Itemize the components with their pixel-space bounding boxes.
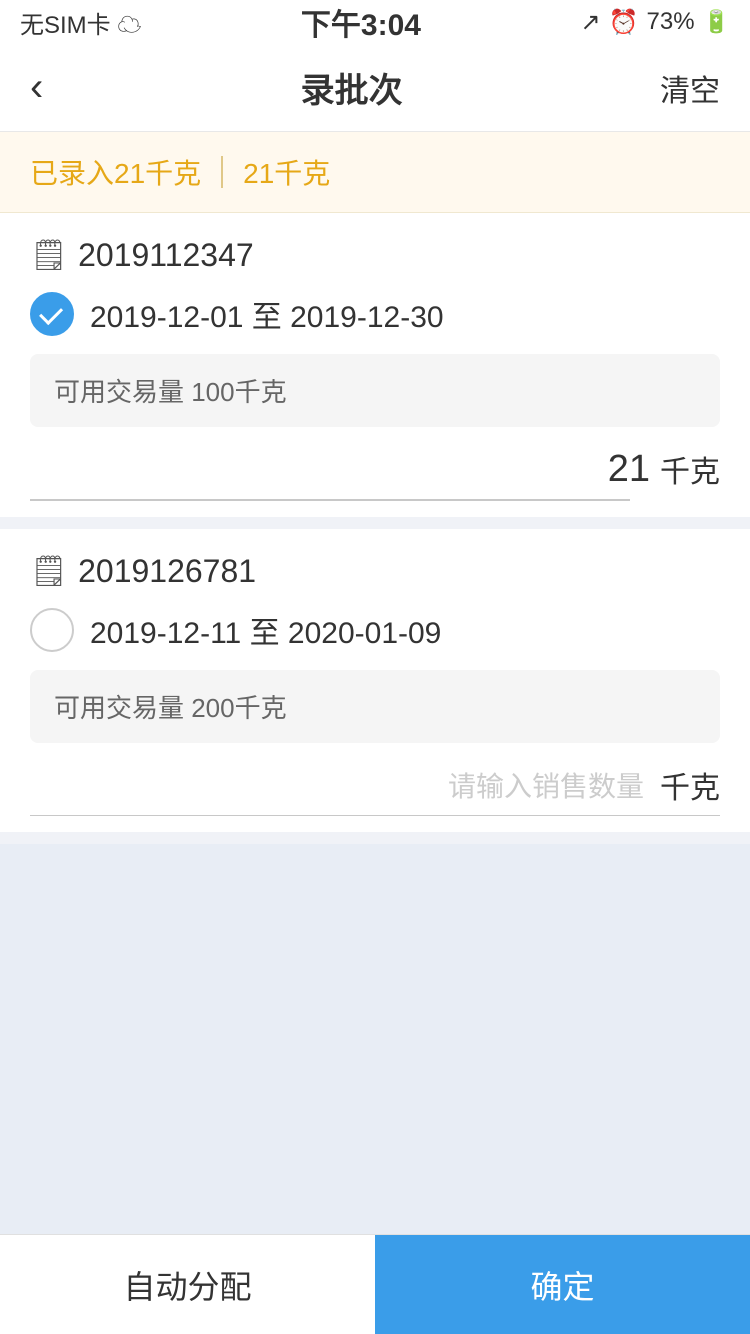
batch-2-icon: 🗒 bbox=[30, 554, 68, 589]
auto-distribute-button[interactable]: 自动分配 bbox=[0, 1235, 375, 1334]
alarm-icon: ⏰ bbox=[609, 8, 639, 37]
clear-button[interactable]: 清空 bbox=[660, 66, 720, 110]
batch-1-availability: 可用交易量 100千克 bbox=[30, 354, 720, 427]
page-title: 录批次 bbox=[301, 63, 403, 112]
batch-2-radio[interactable] bbox=[30, 608, 74, 652]
batch-1-qty-unit: 千克 bbox=[660, 447, 720, 491]
batch-2-id: 2019126781 bbox=[78, 553, 256, 590]
batch-1-qty-value[interactable]: 21 bbox=[608, 448, 650, 491]
status-right: ↗ ⏰ 73% 🔋 bbox=[581, 8, 730, 37]
batch-2-availability: 可用交易量 200千克 bbox=[30, 670, 720, 743]
batch-1-header: 🗒 2019112347 bbox=[0, 213, 750, 284]
divider bbox=[221, 156, 223, 188]
status-left: 无SIM卡 ☁ bbox=[20, 5, 141, 40]
batch-2-separator bbox=[30, 815, 720, 817]
batch-1-date-row: 2019-12-01 至 2019-12-30 bbox=[0, 284, 750, 346]
info-banner: 已录入21千克 21千克 bbox=[0, 132, 750, 213]
sim-label: 无SIM卡 ☁ bbox=[20, 5, 141, 40]
empty-area bbox=[0, 844, 750, 1284]
battery-icon: 🔋 bbox=[703, 9, 730, 35]
batch-card-2: 🗒 2019126781 2019-12-11 至 2020-01-09 可用交… bbox=[0, 529, 750, 833]
back-button[interactable]: ‹ bbox=[30, 65, 43, 110]
bottom-bar: 自动分配 确定 bbox=[0, 1234, 750, 1334]
batch-2-qty-input-row[interactable]: 请输入销售数量 千克 bbox=[0, 743, 750, 815]
batch-2-header: 🗒 2019126781 bbox=[0, 529, 750, 600]
status-time: 下午3:04 bbox=[301, 0, 421, 44]
batch-1-icon: 🗒 bbox=[30, 238, 68, 273]
status-bar: 无SIM卡 ☁ 下午3:04 ↗ ⏰ 73% 🔋 bbox=[0, 0, 750, 44]
batch-1-radio[interactable] bbox=[30, 292, 74, 336]
nav-bar: ‹ 录批次 清空 bbox=[0, 44, 750, 132]
batch-2-date-row: 2019-12-11 至 2020-01-09 bbox=[0, 600, 750, 662]
recorded-amount-label: 已录入21千克 bbox=[30, 152, 201, 192]
batch-2-qty-unit: 千克 bbox=[660, 763, 720, 807]
recorded-amount-value: 21千克 bbox=[243, 152, 330, 192]
batch-card-1: 🗒 2019112347 2019-12-01 至 2019-12-30 可用交… bbox=[0, 213, 750, 517]
confirm-button[interactable]: 确定 bbox=[375, 1235, 750, 1334]
batch-1-date: 2019-12-01 至 2019-12-30 bbox=[90, 292, 444, 336]
batch-2-date: 2019-12-11 至 2020-01-09 bbox=[90, 608, 441, 652]
location-icon: ↗ bbox=[581, 8, 601, 37]
batch-1-qty-row: 21 千克 bbox=[0, 427, 750, 499]
batch-1-separator bbox=[30, 499, 630, 501]
batch-1-id: 2019112347 bbox=[78, 237, 254, 274]
battery-label: 73% bbox=[647, 8, 695, 36]
batch-2-qty-placeholder: 请输入销售数量 bbox=[448, 765, 644, 805]
